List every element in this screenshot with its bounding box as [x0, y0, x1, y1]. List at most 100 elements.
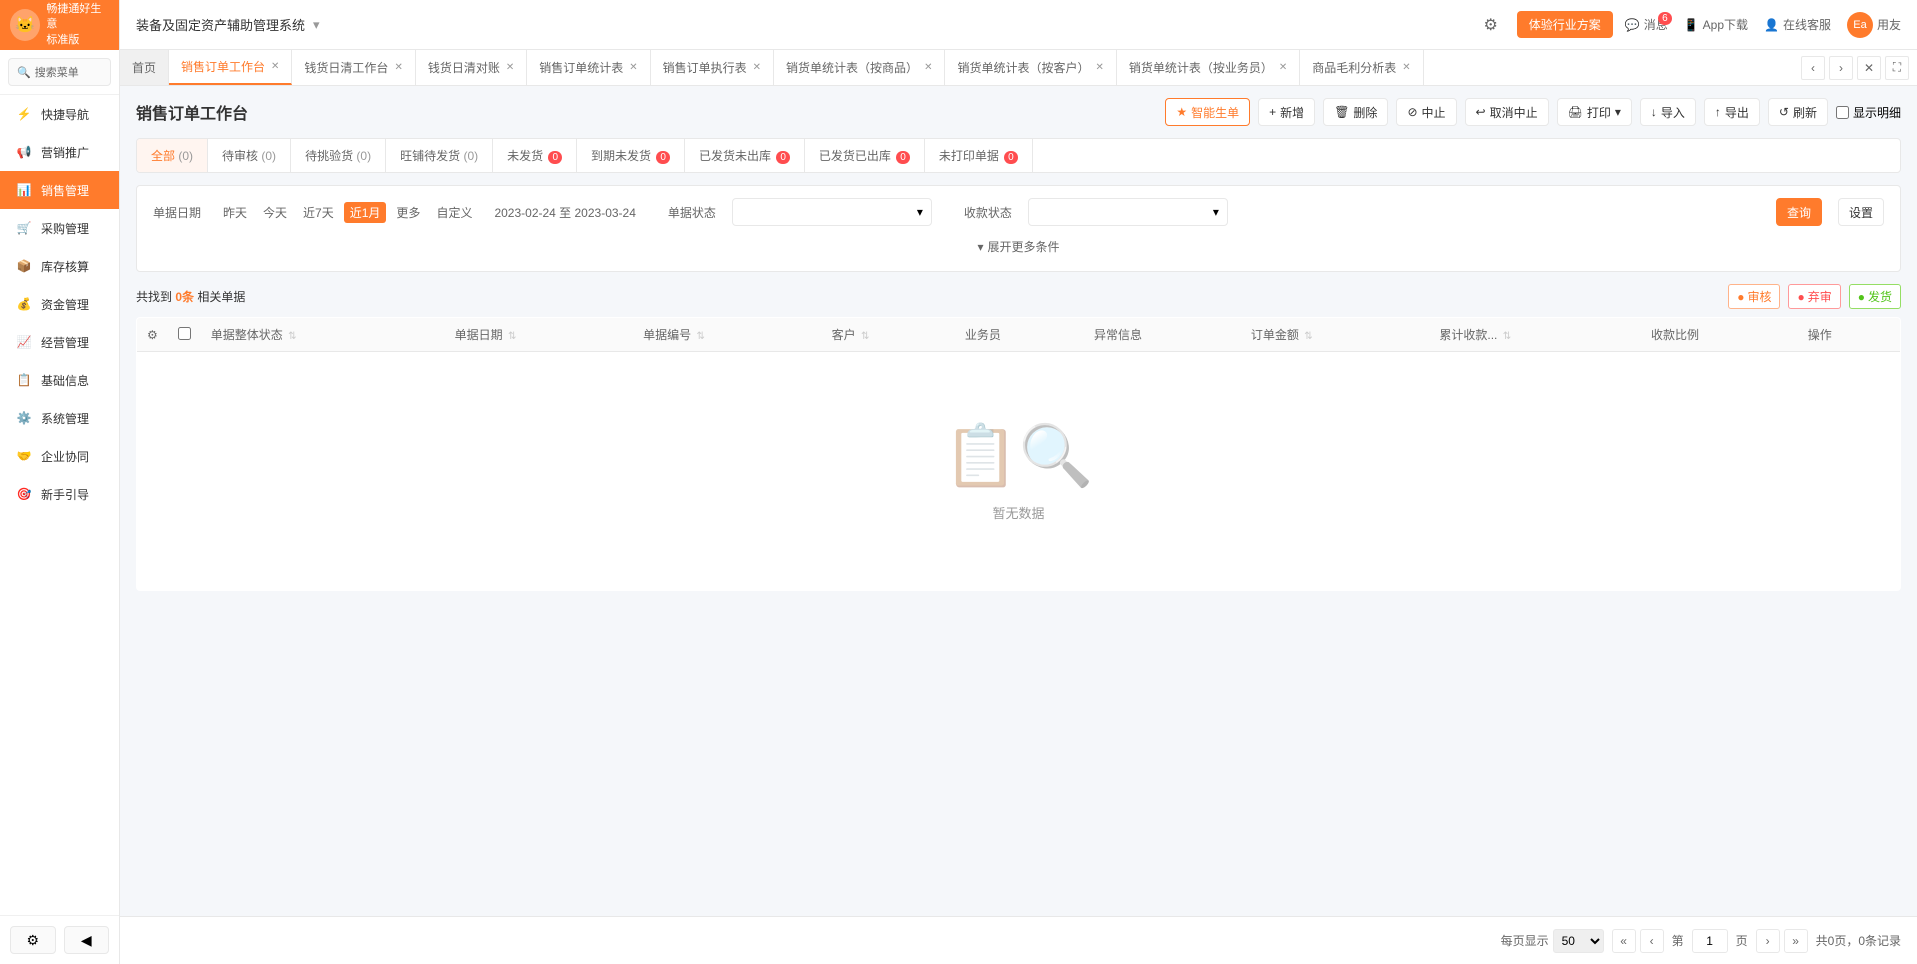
search-button[interactable]: 查询 — [1776, 198, 1822, 226]
industry-solution-button[interactable]: 体验行业方案 — [1517, 11, 1613, 38]
page-suffix: 页 — [1736, 932, 1748, 949]
sub-tab-overdue-not-shipped[interactable]: 到期未发货 0 — [577, 139, 685, 172]
tab-sales-workbench[interactable]: 销售订单工作台 ✕ — [169, 50, 292, 85]
tab-cash-reconcile[interactable]: 钱货日清对账 ✕ — [416, 50, 527, 85]
sidebar-nav-item-marketing[interactable]: 📢 营销推广 — [0, 133, 119, 171]
sub-tab-shipped-out[interactable]: 已发货已出库 0 — [805, 139, 925, 172]
col-number[interactable]: 单据编号 ⇅ — [633, 318, 822, 352]
sidebar-nav-item-finance[interactable]: 💰 资金管理 — [0, 285, 119, 323]
col-checkbox[interactable] — [168, 318, 201, 352]
user-avatar: Ea — [1847, 12, 1873, 38]
cancel-review-action-button[interactable]: ● 弃审 — [1788, 284, 1840, 309]
col-gear[interactable]: ⚙ — [137, 318, 168, 352]
collapse-button[interactable]: ◀ — [64, 926, 110, 954]
tab-close-product-margin[interactable]: ✕ — [1402, 62, 1410, 73]
tab-close-all-button[interactable]: ✕ — [1857, 56, 1881, 80]
first-page-button[interactable]: « — [1612, 929, 1636, 953]
tab-close-sales-stat-staff[interactable]: ✕ — [1279, 62, 1287, 73]
tab-sales-exec[interactable]: 销售订单执行表 ✕ — [651, 50, 774, 85]
message-button[interactable]: 💬 消息 6 — [1625, 16, 1668, 33]
page-size-select[interactable]: 20 50 100 — [1553, 929, 1604, 953]
tab-prev-button[interactable]: ‹ — [1801, 56, 1825, 80]
sub-tab-shipped-not-out[interactable]: 已发货未出库 0 — [685, 139, 805, 172]
sub-tab-all[interactable]: 全部 (0) — [137, 139, 208, 172]
tab-next-button[interactable]: › — [1829, 56, 1853, 80]
sidebar-nav-item-enterprise[interactable]: 🤝 企业协同 — [0, 437, 119, 475]
tab-sales-stat-staff[interactable]: 销货单统计表（按业务员） ✕ — [1117, 50, 1300, 85]
sub-tab-not-printed[interactable]: 未打印单据 0 — [925, 139, 1033, 172]
tab-cash-daily[interactable]: 钱货日清工作台 ✕ — [292, 50, 415, 85]
sidebar-nav-item-operations[interactable]: 📈 经营管理 — [0, 323, 119, 361]
sub-tab-pending-review[interactable]: 待审核 (0) — [208, 139, 291, 172]
tab-sales-stat-customer[interactable]: 销货单统计表（按客户） ✕ — [945, 50, 1116, 85]
payment-filter-select[interactable]: ▾ — [1028, 198, 1228, 226]
sidebar-nav-item-purchase[interactable]: 🛒 采购管理 — [0, 209, 119, 247]
tab-product-margin[interactable]: 商品毛利分析表 ✕ — [1300, 50, 1423, 85]
sub-tab-pending-inspection[interactable]: 待挑验货 (0) — [291, 139, 386, 172]
date-range-display: 2023-02-24 至 2023-03-24 — [494, 204, 635, 221]
date-btn-more[interactable]: 更多 — [390, 202, 426, 223]
sidebar-nav-item-basic-info[interactable]: 📋 基础信息 — [0, 361, 119, 399]
col-exception[interactable]: 异常信息 — [1084, 318, 1241, 352]
tab-close-cash-daily[interactable]: ✕ — [394, 62, 402, 73]
col-ratio[interactable]: 收款比例 — [1641, 318, 1798, 352]
page-number-input[interactable] — [1692, 929, 1728, 953]
status-filter-select[interactable]: ▾ — [732, 198, 932, 226]
user-menu-button[interactable]: Ea 用友 — [1847, 12, 1901, 38]
sub-tab-wangpu[interactable]: 旺铺待发货 (0) — [386, 139, 493, 172]
tab-home[interactable]: 首页 — [120, 50, 169, 85]
col-staff[interactable]: 业务员 — [955, 318, 1084, 352]
tab-close-sales-stat[interactable]: ✕ — [629, 62, 637, 73]
date-btn-today[interactable]: 今天 — [257, 202, 293, 223]
col-collected[interactable]: 累计收款... ⇅ — [1429, 318, 1641, 352]
settings-filter-button[interactable]: 设置 — [1838, 198, 1884, 226]
sidebar-nav-item-sales[interactable]: 📊 销售管理 — [0, 171, 119, 209]
sidebar-nav-item-system[interactable]: ⚙️ 系统管理 — [0, 399, 119, 437]
cancel-stop-button[interactable]: ↩ 取消中止 — [1465, 98, 1549, 126]
add-button[interactable]: + 新增 — [1258, 98, 1315, 126]
col-amount[interactable]: 订单金额 ⇅ — [1241, 318, 1430, 352]
sidebar-nav-item-guide[interactable]: 🎯 新手引导 — [0, 475, 119, 513]
online-service-button[interactable]: 👤 在线客服 — [1764, 16, 1831, 33]
date-btn-custom[interactable]: 自定义 — [430, 202, 478, 223]
tab-sales-stat-product[interactable]: 销货单统计表（按商品） ✕ — [774, 50, 945, 85]
date-btn-yesterday[interactable]: 昨天 — [217, 202, 253, 223]
sidebar-nav-item-quick-nav[interactable]: ⚡ 快捷导航 — [0, 95, 119, 133]
refresh-button[interactable]: ↺ 刷新 — [1768, 98, 1828, 126]
import-button[interactable]: ↓ 导入 — [1640, 98, 1696, 126]
next-page-button[interactable]: › — [1756, 929, 1780, 953]
export-button[interactable]: ↑ 导出 — [1704, 98, 1760, 126]
tab-close-sales-workbench[interactable]: ✕ — [271, 61, 279, 72]
ship-action-button[interactable]: ● 发货 — [1849, 284, 1901, 309]
date-btn-7days[interactable]: 近7天 — [297, 202, 340, 223]
smart-create-button[interactable]: ★ 智能生单 — [1165, 98, 1250, 126]
tab-close-cash-reconcile[interactable]: ✕ — [506, 62, 514, 73]
sidebar-nav-item-inventory[interactable]: 📦 库存核算 — [0, 247, 119, 285]
sales-icon: 📊 — [15, 181, 33, 199]
tab-sales-stat[interactable]: 销售订单统计表 ✕ — [527, 50, 650, 85]
settings-bottom-button[interactable]: ⚙ — [10, 926, 56, 954]
select-all-checkbox[interactable] — [178, 327, 191, 340]
search-menu-button[interactable]: 🔍 搜索菜单 — [8, 58, 111, 86]
app-download-button[interactable]: 📱 App下载 — [1684, 16, 1748, 33]
delete-button[interactable]: 🗑 删除 — [1323, 98, 1388, 126]
col-date[interactable]: 单据日期 ⇅ — [445, 318, 634, 352]
tab-fullscreen-button[interactable]: ⛶ — [1885, 56, 1909, 80]
tab-close-sales-stat-product[interactable]: ✕ — [924, 62, 932, 73]
print-button[interactable]: 🖨 打印 ▾ — [1557, 98, 1632, 126]
last-page-button[interactable]: » — [1784, 929, 1808, 953]
stop-button[interactable]: ⊘ 中止 — [1396, 98, 1456, 126]
empty-state: 📋🔍 暂无数据 — [147, 360, 1890, 582]
tab-close-sales-stat-customer[interactable]: ✕ — [1095, 62, 1103, 73]
show-detail-checkbox-label[interactable]: 显示明细 — [1836, 104, 1901, 121]
show-detail-checkbox[interactable] — [1836, 106, 1849, 119]
expand-filter-button[interactable]: ▾ 展开更多条件 — [969, 234, 1067, 259]
date-btn-1month[interactable]: 近1月 — [344, 202, 387, 223]
col-customer[interactable]: 客户 ⇅ — [822, 318, 955, 352]
prev-page-button[interactable]: ‹ — [1640, 929, 1664, 953]
col-status[interactable]: 单据整体状态 ⇅ — [201, 318, 445, 352]
sub-tab-not-shipped[interactable]: 未发货 0 — [493, 139, 577, 172]
review-action-button[interactable]: ● 审核 — [1728, 284, 1780, 309]
tab-close-sales-exec[interactable]: ✕ — [753, 62, 761, 73]
header-gear-button[interactable]: ⚙ — [1477, 11, 1505, 39]
